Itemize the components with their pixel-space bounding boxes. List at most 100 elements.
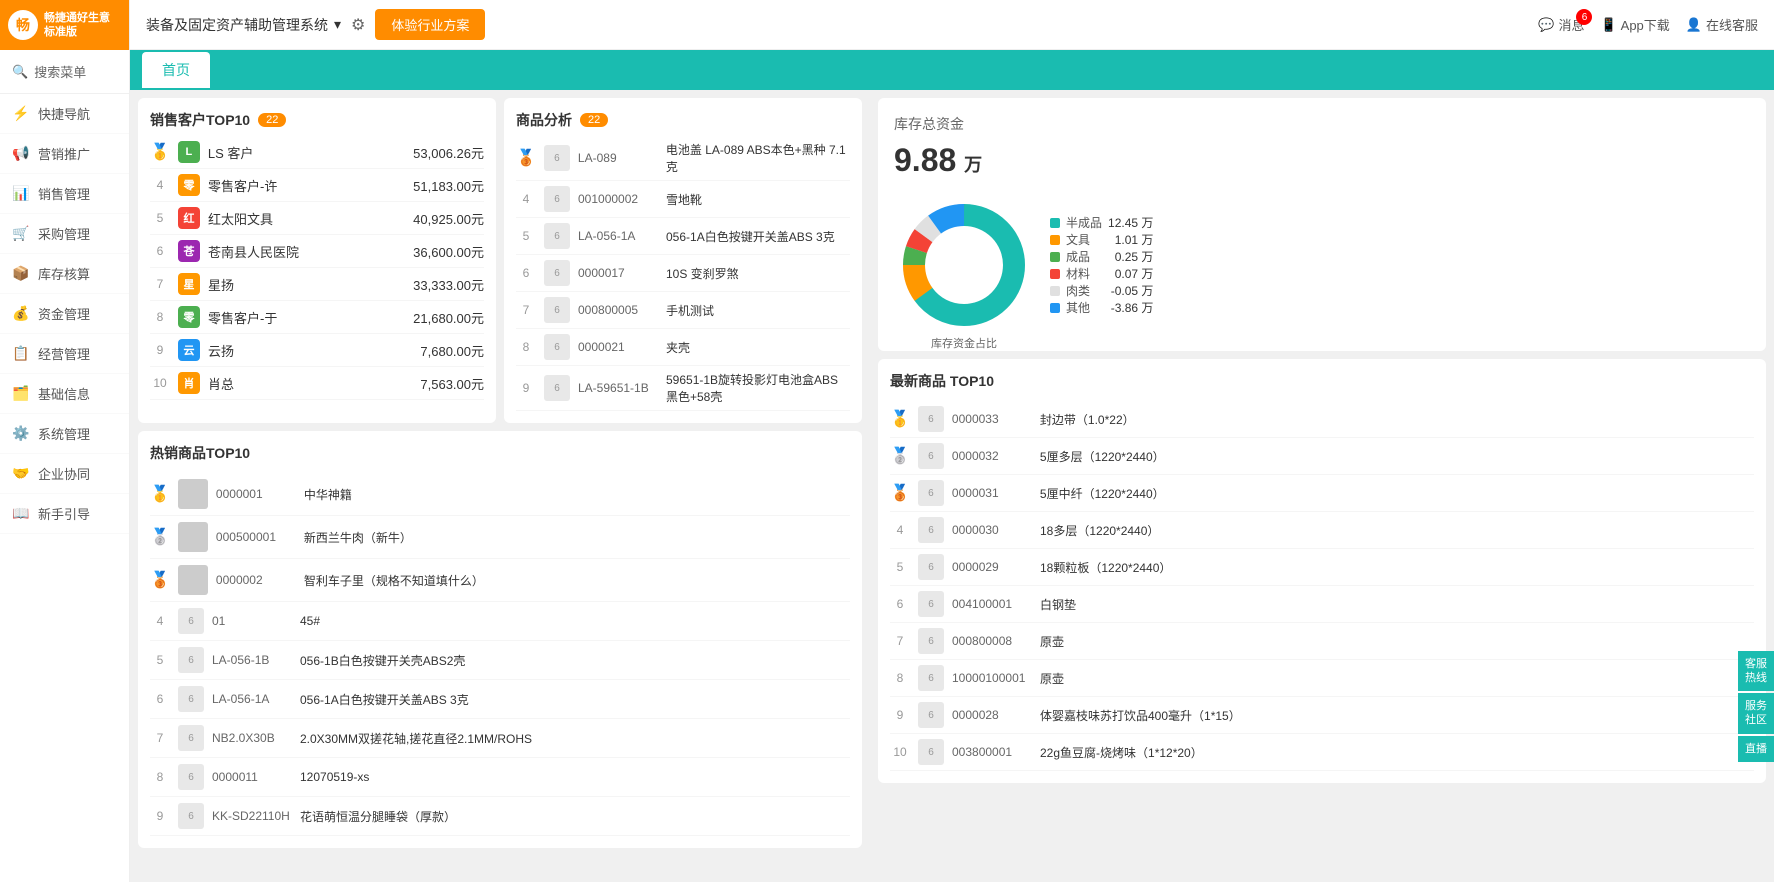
- product-placeholder: 6: [918, 702, 944, 728]
- product-code: 0000017: [578, 266, 658, 280]
- legend-value: -0.05 万: [1111, 282, 1154, 299]
- legend-item: 成品 0.25 万: [1050, 248, 1153, 265]
- product-code: LA-056-1B: [212, 653, 292, 667]
- customer-row: 10 肖 肖总 7,563.00元: [150, 367, 484, 400]
- silver-medal-icon: 🥈: [890, 446, 910, 466]
- top-sales-grid: 销售客户TOP1022 🥇 L LS 客户 53,006.26元 4 零 零售客…: [138, 98, 862, 423]
- nav-label: 营销推广: [38, 144, 90, 163]
- sidebar-nav-item[interactable]: 🛒采购管理: [0, 214, 129, 254]
- sidebar-nav-item[interactable]: ⚡快捷导航: [0, 94, 129, 134]
- rank-number: 7: [890, 634, 910, 648]
- sidebar-logo: 畅 畅捷通好生意 标准版: [0, 0, 129, 50]
- product-name: 5厘中纤（1220*2440）: [1040, 485, 1754, 502]
- product-analysis-row: 6 6 0000017 10S 变刹罗煞: [516, 255, 850, 292]
- customer-name: 零售客户-许: [208, 176, 405, 195]
- customer-badge-icon: 星: [178, 273, 200, 295]
- product-name: 原壶: [1040, 633, 1754, 650]
- sidebar-search-area[interactable]: 🔍 搜索菜单: [0, 50, 129, 94]
- customer-amount: 53,006.26元: [413, 143, 484, 162]
- app-download-button[interactable]: 📱 App下载: [1600, 15, 1669, 34]
- settings-icon[interactable]: ⚙: [351, 15, 365, 35]
- product-placeholder: 6: [178, 647, 204, 673]
- sidebar-nav-item[interactable]: 💰资金管理: [0, 294, 129, 334]
- sidebar-nav-item[interactable]: 📊销售管理: [0, 174, 129, 214]
- online-service-button[interactable]: 👤 在线客服: [1686, 15, 1758, 34]
- customer-header: 销售客户TOP1022: [150, 110, 484, 130]
- product-code: 0000011: [212, 770, 292, 784]
- customer-name: 苍南县人民医院: [208, 242, 405, 261]
- gold-medal-icon: 🥇: [150, 142, 170, 162]
- legend-item: 材料 0.07 万: [1050, 265, 1153, 282]
- trial-button[interactable]: 体验行业方案: [375, 9, 485, 40]
- service-community-button[interactable]: 服务社区: [1738, 693, 1774, 734]
- nav-label: 系统管理: [38, 424, 90, 443]
- customer-name: 零售客户-于: [208, 308, 405, 327]
- donut-label: 库存资金占比: [931, 335, 997, 351]
- product-name: 18多层（1220*2440）: [1040, 522, 1754, 539]
- product-placeholder: 6: [918, 443, 944, 469]
- product-image: 6: [544, 223, 570, 249]
- sidebar-nav-item[interactable]: 🗂️ 基础信息: [0, 374, 129, 414]
- rank-number: 5: [516, 229, 536, 243]
- product-code: LA-089: [578, 151, 658, 165]
- product-name: 056-1A白色按键开关盖ABS 3克: [666, 228, 850, 245]
- sidebar-nav-item[interactable]: 📢营销推广: [0, 134, 129, 174]
- product-name: 18颗粒板（1220*2440）: [1040, 559, 1754, 576]
- product-analysis-header: 商品分析 22: [516, 110, 850, 130]
- service-icon: 👤: [1686, 17, 1702, 33]
- search-menu-button[interactable]: 🔍 搜索菜单: [8, 58, 121, 85]
- customer-amount: 21,680.00元: [413, 308, 484, 327]
- sidebar-nav-item[interactable]: 📖新手引导: [0, 494, 129, 534]
- sidebar-nav-item[interactable]: 📋经营管理: [0, 334, 129, 374]
- customer-row: 7 星 星扬 33,333.00元: [150, 268, 484, 301]
- customer-amount: 7,563.00元: [420, 374, 484, 393]
- sidebar-nav-item[interactable]: 📦库存核算: [0, 254, 129, 294]
- product-analysis-row: 🥉 6 LA-089 电池盖 LA-089 ABS本色+黑种 7.1克: [516, 136, 850, 181]
- customer-amount: 36,600.00元: [413, 242, 484, 261]
- rank-number: 9: [150, 343, 170, 357]
- legend-color: [1050, 252, 1060, 262]
- product-name: 电池盖 LA-089 ABS本色+黑种 7.1克: [666, 141, 850, 175]
- product-name: 新西兰牛肉（新牛）: [304, 529, 850, 546]
- legend-name: 材料: [1066, 265, 1109, 282]
- message-button[interactable]: 💬 消息 6: [1538, 15, 1584, 34]
- customer-hotline-button[interactable]: 客服热线: [1738, 651, 1774, 692]
- nav-icon: 🗂️: [12, 385, 30, 402]
- inventory-value: 9.88: [894, 142, 956, 178]
- rank-number: 7: [150, 277, 170, 291]
- product-code: 001000002: [578, 192, 658, 206]
- tab-home[interactable]: 首页: [142, 52, 210, 88]
- product-placeholder: 6: [178, 764, 204, 790]
- product-placeholder: 6: [178, 686, 204, 712]
- customer-badge: 22: [258, 113, 286, 127]
- rank-number: 9: [150, 809, 170, 823]
- live-button[interactable]: 直播: [1738, 736, 1774, 762]
- sidebar-nav-item[interactable]: ⚙️系统管理: [0, 414, 129, 454]
- logo-icon: 畅: [8, 10, 38, 40]
- chevron-down-icon: ▾: [334, 16, 341, 33]
- rank-number: 4: [150, 614, 170, 628]
- rank-number: 8: [516, 340, 536, 354]
- nav-label: 库存核算: [38, 264, 90, 283]
- product-placeholder: 6: [178, 725, 204, 751]
- product-code: LA-056-1A: [578, 229, 658, 243]
- nav-label: 基础信息: [38, 384, 90, 403]
- product-image: 6: [544, 297, 570, 323]
- new-product-row: 🥇 6 0000033 封边带（1.0*22）: [890, 401, 1754, 438]
- inventory-amount: 9.88 万: [894, 142, 1750, 179]
- header-right: 💬 消息 6 📱 App下载 👤 在线客服: [1538, 15, 1758, 34]
- product-name: 花语萌恒温分腿睡袋（厚款）: [300, 808, 850, 825]
- hot-product-row: 🥇 0000001 中华神籍: [150, 473, 850, 516]
- customer-amount: 7,680.00元: [420, 341, 484, 360]
- customer-top10-card: 销售客户TOP1022 🥇 L LS 客户 53,006.26元 4 零 零售客…: [138, 98, 496, 423]
- product-code: 0000032: [952, 449, 1032, 463]
- product-thumbnail: [178, 522, 208, 552]
- sidebar-nav-item[interactable]: 🤝企业协同: [0, 454, 129, 494]
- legend-name: 半成品: [1066, 214, 1102, 231]
- product-name: 智利车子里（规格不知道填什么）: [304, 572, 850, 589]
- system-selector[interactable]: 装备及固定资产辅助管理系统 ▾: [146, 15, 341, 35]
- product-thumbnail: [178, 565, 208, 595]
- nav-label: 经营管理: [38, 344, 90, 363]
- rank-number: 7: [516, 303, 536, 317]
- new-product-row: 10 6 003800001 22g鱼豆腐-烧烤味（1*12*20）: [890, 734, 1754, 771]
